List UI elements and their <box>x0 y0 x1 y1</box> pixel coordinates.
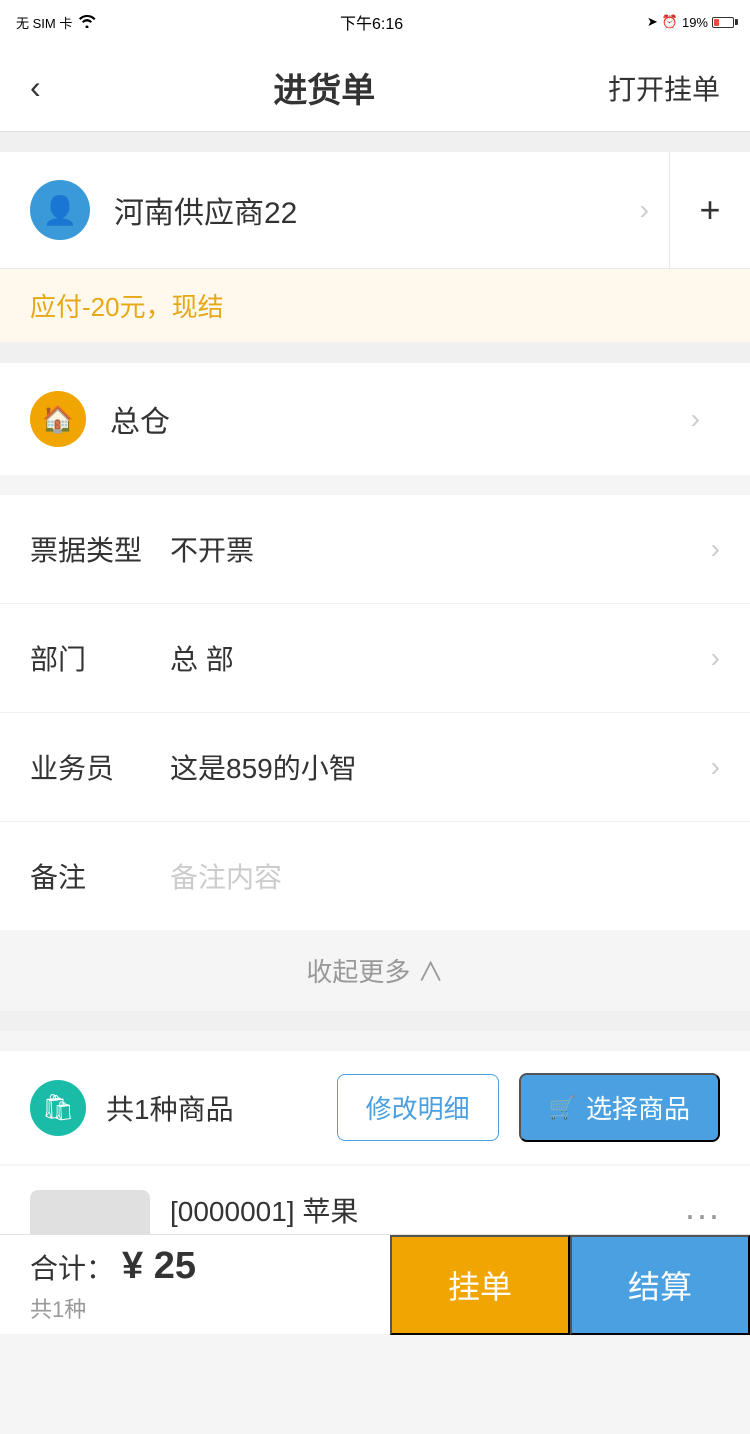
bottom-bar: 合计： ¥ 25 共1种 挂单 结算 <box>0 1234 750 1334</box>
alarm-icon: ⏰ <box>662 14 678 30</box>
warehouse-chevron-icon: › <box>691 403 700 435</box>
collapse-label: 收起更多 ∧ <box>306 952 443 989</box>
salesman-value: 这是859的小智 <box>170 747 711 787</box>
supplier-avatar: 👤 <box>30 180 90 240</box>
product-more-button[interactable]: ··· <box>684 1190 720 1236</box>
dept-label: 部门 <box>30 638 150 678</box>
bill-type-label: 票据类型 <box>30 529 150 569</box>
product-count-icon: 🛍 <box>30 1080 86 1136</box>
remark-row[interactable]: 备注 备注内容 <box>0 822 750 930</box>
product-code: [0000001] <box>170 1196 295 1227</box>
salesman-row[interactable]: 业务员 这是859的小智 › <box>0 713 750 822</box>
status-time: 下午6:16 <box>340 10 403 34</box>
supplier-main[interactable]: 👤 河南供应商22 › <box>0 152 670 268</box>
gap-3 <box>0 1011 750 1031</box>
gap-2 <box>0 342 750 362</box>
remark-input[interactable]: 备注内容 <box>170 856 720 896</box>
status-left: 无 SIM 卡 <box>16 13 96 32</box>
total-amount-row: 合计： ¥ 25 <box>30 1245 360 1288</box>
location-icon: ➤ <box>647 14 658 30</box>
total-label: 合计： <box>30 1247 114 1287</box>
back-button[interactable]: ‹ <box>30 69 41 106</box>
supplier-add-button[interactable]: + <box>670 152 750 268</box>
warning-banner: 应付-20元，现结 <box>0 269 750 342</box>
product-count-label: 共1种商品 <box>106 1088 317 1128</box>
supplier-section: 👤 河南供应商22 › + <box>0 152 750 269</box>
status-bar: 无 SIM 卡 下午6:16 ➤ ⏰ 19% <box>0 0 750 44</box>
collapse-row[interactable]: 收起更多 ∧ <box>0 930 750 1011</box>
salesman-label: 业务员 <box>30 747 150 787</box>
user-icon: 👤 <box>43 194 78 227</box>
status-right: ➤ ⏰ 19% <box>647 14 734 30</box>
open-hang-button[interactable]: 打开挂单 <box>608 68 720 108</box>
warning-text: 应付-20元，现结 <box>30 292 224 322</box>
page-title: 进货单 <box>273 63 375 112</box>
bill-type-chevron-icon: › <box>711 533 720 565</box>
carrier-label: 无 SIM 卡 <box>16 13 72 32</box>
product-name: [0000001] 苹果 <box>170 1190 664 1230</box>
select-icon: 🛒 <box>549 1095 576 1121</box>
wifi-icon <box>78 14 96 31</box>
bill-type-value: 不开票 <box>170 529 711 569</box>
nav-bar: ‹ 进货单 打开挂单 <box>0 44 750 132</box>
product-header: 🛍 共1种商品 修改明细 🛒 选择商品 <box>0 1051 750 1164</box>
warehouse-icon: 🏠 <box>42 404 74 435</box>
bill-type-row[interactable]: 票据类型 不开票 › <box>0 495 750 604</box>
bag-icon: 🛍 <box>41 1092 74 1123</box>
remark-label: 备注 <box>30 856 150 896</box>
modify-detail-button[interactable]: 修改明细 <box>337 1074 499 1141</box>
gap-1 <box>0 132 750 152</box>
dept-chevron-icon: › <box>711 642 720 674</box>
supplier-name: 河南供应商22 <box>114 188 640 232</box>
checkout-button[interactable]: 结算 <box>570 1235 750 1335</box>
total-amount: ¥ 25 <box>122 1245 196 1288</box>
total-section: 合计： ¥ 25 共1种 <box>0 1245 390 1324</box>
warehouse-name: 总仓 <box>110 397 691 441</box>
select-product-button[interactable]: 🛒 选择商品 <box>519 1073 720 1142</box>
product-title: 苹果 <box>302 1196 358 1227</box>
salesman-chevron-icon: › <box>711 751 720 783</box>
dept-row[interactable]: 部门 总 部 › <box>0 604 750 713</box>
dept-value: 总 部 <box>170 638 711 678</box>
battery-percent: 19% <box>682 15 708 30</box>
supplier-chevron-icon: › <box>640 194 649 226</box>
warehouse-icon-wrap: 🏠 <box>30 391 86 447</box>
select-product-label: 选择商品 <box>586 1089 690 1126</box>
warehouse-section[interactable]: 🏠 总仓 › <box>0 362 750 475</box>
total-sub: 共1种 <box>30 1292 360 1324</box>
hang-button[interactable]: 挂单 <box>390 1235 570 1335</box>
battery-icon <box>712 17 734 28</box>
form-section: 票据类型 不开票 › 部门 总 部 › 业务员 这是859的小智 › 备注 备注… <box>0 495 750 930</box>
